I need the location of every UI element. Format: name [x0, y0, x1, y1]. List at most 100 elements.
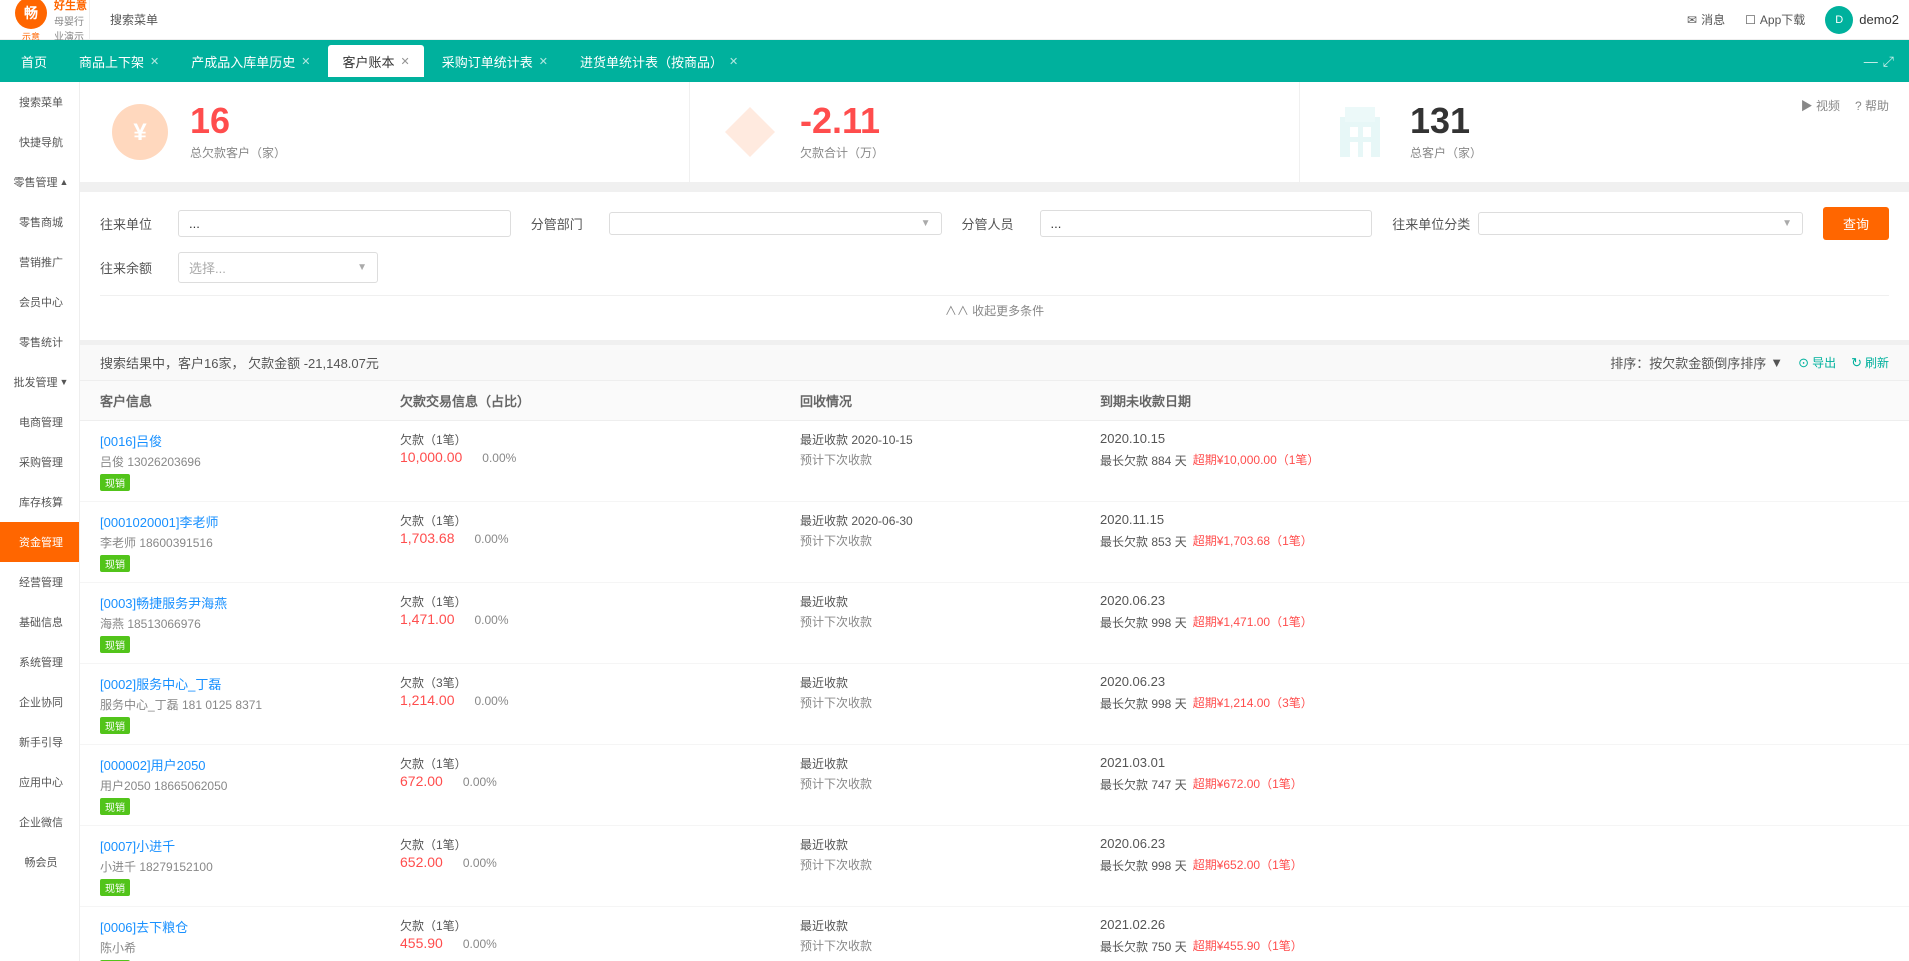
overdue-badge[interactable]: 超期¥672.00（1笔） — [1193, 775, 1303, 792]
overdue-badge[interactable]: 超期¥1,214.00（3笔） — [1193, 694, 1313, 711]
due-date: 2020.06.23 — [1100, 836, 1889, 851]
customer-tag: 现销 — [100, 555, 130, 572]
debt-percent: 0.00% — [475, 532, 509, 546]
due-date-cell: 2020.11.15 最长欠款 853 天 超期¥1,703.68（1笔） — [1100, 512, 1889, 550]
collection-cell: 最近收款 预计下次收款 — [800, 593, 1100, 630]
collection-next: 预计下次收款 — [800, 613, 1100, 630]
debt-info-cell: 欠款（1笔） 1,703.68 0.00% — [400, 512, 800, 546]
tab-customer-account[interactable]: 客户账本 ✕ — [328, 45, 423, 77]
close-icon[interactable]: ✕ — [539, 55, 548, 68]
refresh-icon-wrapper[interactable]: ↻ 刷新 — [1851, 354, 1889, 371]
customer-info-cell: [0007]小进千 小进千 18279152100 现销 — [100, 836, 400, 896]
filter-unit-category: 往来单位分类 ▼ — [1392, 212, 1803, 235]
results-summary-text: 搜索结果中，客户16家 — [100, 356, 231, 371]
sidebar-item-marketing[interactable]: 营销推广 — [0, 242, 79, 282]
customer-name[interactable]: [000002]用户2050 — [100, 755, 400, 774]
tab-home-label: 首页 — [21, 52, 47, 71]
sidebar-item-quick-nav[interactable]: 快捷导航 — [0, 122, 79, 162]
close-icon[interactable]: ✕ — [150, 55, 159, 68]
table-row: [0016]吕俊 吕俊 13026203696 现销 欠款（1笔） 10,000… — [80, 421, 1909, 502]
help-link[interactable]: ? 帮助 — [1855, 97, 1889, 114]
debt-amount[interactable]: 1,703.68 — [400, 530, 455, 546]
col-header-due-date: 到期未收款日期 — [1100, 391, 1889, 410]
sidebar-item-app-center[interactable]: 应用中心 — [0, 762, 79, 802]
due-date-cell: 2020.10.15 最长欠款 884 天 超期¥10,000.00（1笔） — [1100, 431, 1889, 469]
debt-desc: 欠款（1笔） — [400, 431, 800, 448]
sidebar-item-retail-mgmt[interactable]: 零售管理 ▲ — [0, 162, 79, 202]
app-download-btn[interactable]: ☐ App下载 — [1745, 11, 1805, 28]
debt-amount[interactable]: 652.00 — [400, 854, 443, 870]
collection-next: 预计下次收款 — [800, 937, 1100, 954]
sidebar-item-member[interactable]: 会员中心 — [0, 282, 79, 322]
customer-name[interactable]: [0006]去下粮仓 — [100, 917, 400, 936]
tab-product-off[interactable]: 商品上下架 ✕ — [65, 45, 173, 77]
maximize-icon[interactable]: ⤢ — [1883, 53, 1894, 70]
export-icon-wrapper[interactable]: ⊙ 导出 — [1798, 354, 1836, 371]
sidebar-item-purchase[interactable]: 采购管理 — [0, 442, 79, 482]
search-menu[interactable]: 搜索菜单 — [110, 11, 158, 28]
customer-name[interactable]: [0003]畅捷服务尹海燕 — [100, 593, 400, 612]
close-icon[interactable]: ✕ — [301, 55, 310, 68]
minimize-icon[interactable]: — — [1864, 53, 1878, 70]
chevron-down-icon: ▼ — [1782, 218, 1792, 229]
due-date: 2020.06.23 — [1100, 593, 1889, 608]
filter-person-input[interactable]: ... — [1040, 210, 1373, 237]
sidebar-item-wechat[interactable]: 企业微信 — [0, 802, 79, 842]
customer-contact: 小进千 18279152100 — [100, 858, 400, 875]
sort-selector[interactable]: 排序：按欠款金额倒序排序 ▼ — [1610, 353, 1783, 372]
filter-unit-category-select[interactable]: ▼ — [1478, 212, 1803, 235]
message-btn[interactable]: ✉ 消息 — [1687, 11, 1725, 28]
debt-amount[interactable]: 455.90 — [400, 935, 443, 951]
customer-name[interactable]: [0007]小进千 — [100, 836, 400, 855]
tab-home[interactable]: 首页 — [7, 45, 61, 77]
video-link[interactable]: ▶ 视频 — [1801, 97, 1840, 114]
tab-product-history[interactable]: 产成品入库单历史 ✕ — [177, 45, 324, 77]
collection-next: 预计下次收款 — [800, 451, 1100, 468]
sidebar-item-search[interactable]: 搜索菜单 — [0, 82, 79, 122]
user-profile[interactable]: D demo2 — [1825, 6, 1899, 34]
table-row: [0003]畅捷服务尹海燕 海燕 18513066976 现销 欠款（1笔） 1… — [80, 583, 1909, 664]
sidebar-item-newbie[interactable]: 新手引导 — [0, 722, 79, 762]
content-area: ¥ 16 总欠款客户（家） -2.11 — [80, 82, 1909, 961]
export-icon: ⊙ — [1798, 355, 1809, 371]
filter-dept-select[interactable]: ▼ — [609, 212, 942, 235]
overdue-badge[interactable]: 超期¥10,000.00（1笔） — [1193, 451, 1320, 468]
close-icon[interactable]: ✕ — [401, 55, 410, 68]
overdue-days: 最长欠款 747 天 — [1100, 776, 1187, 793]
overdue-badge[interactable]: 超期¥1,703.68（1笔） — [1193, 532, 1313, 549]
debt-amount[interactable]: 10,000.00 — [400, 449, 462, 465]
refresh-btn[interactable]: 刷新 — [1865, 354, 1889, 371]
customer-name[interactable]: [0001020001]李老师 — [100, 512, 400, 531]
collection-cell: 最近收款 预计下次收款 — [800, 917, 1100, 954]
debt-amount[interactable]: 1,471.00 — [400, 611, 455, 627]
customer-name[interactable]: [0002]服务中心_丁磊 — [100, 674, 400, 693]
customer-name[interactable]: [0016]吕俊 — [100, 431, 400, 450]
export-btn[interactable]: 导出 — [1812, 354, 1836, 371]
tab-stock-summary[interactable]: 进货单统计表（按商品） ✕ — [566, 45, 752, 77]
sidebar-item-vip[interactable]: 畅会员 — [0, 842, 79, 882]
sidebar-item-batch-mgmt[interactable]: 批发管理 ▼ — [0, 362, 79, 402]
sidebar-item-ecommerce[interactable]: 电商管理 — [0, 402, 79, 442]
debt-info-cell: 欠款（3笔） 1,214.00 0.00% — [400, 674, 800, 708]
sidebar-item-biz-mgmt[interactable]: 经营管理 — [0, 562, 79, 602]
customer-info-cell: [0006]去下粮仓 陈小希 现销 — [100, 917, 400, 961]
search-button[interactable]: 查询 — [1823, 207, 1889, 240]
sidebar-item-enterprise[interactable]: 企业协同 — [0, 682, 79, 722]
overdue-badge[interactable]: 超期¥1,471.00（1笔） — [1193, 613, 1313, 630]
sidebar-item-retail-mall[interactable]: 零售商城 — [0, 202, 79, 242]
sidebar-item-system[interactable]: 系统管理 — [0, 642, 79, 682]
sidebar-item-retail-stats[interactable]: 零售统计 — [0, 322, 79, 362]
filter-balance-select[interactable]: 选择... ▼ — [178, 252, 378, 283]
sidebar-item-finance[interactable]: 资金管理 — [0, 522, 79, 562]
tab-purchase-summary[interactable]: 采购订单统计表 ✕ — [428, 45, 562, 77]
collapse-bar[interactable]: ∧∧ 收起更多条件 — [100, 295, 1889, 325]
sidebar-item-inventory[interactable]: 库存核算 — [0, 482, 79, 522]
debt-amount[interactable]: 672.00 — [400, 773, 443, 789]
overdue-badge[interactable]: 超期¥652.00（1笔） — [1193, 856, 1303, 873]
filter-from-unit-input[interactable]: ... — [178, 210, 511, 237]
debt-amount[interactable]: 1,214.00 — [400, 692, 455, 708]
close-icon[interactable]: ✕ — [729, 55, 738, 68]
sidebar-item-basic-info[interactable]: 基础信息 — [0, 602, 79, 642]
overdue-badge[interactable]: 超期¥455.90（1笔） — [1193, 937, 1303, 954]
col-header-customer: 客户信息 — [100, 391, 400, 410]
